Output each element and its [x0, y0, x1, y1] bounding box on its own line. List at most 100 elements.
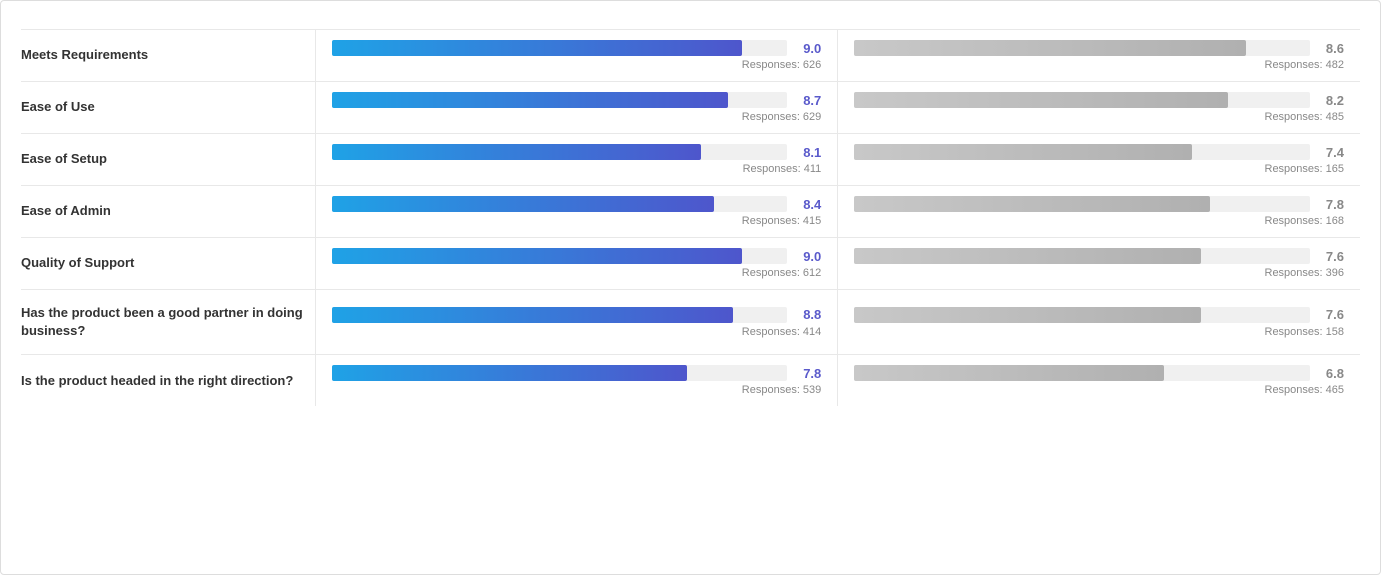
- secondary-bar-cell: 7.6 Responses: 158: [838, 290, 1360, 355]
- secondary-bar-fill: [854, 196, 1209, 212]
- primary-score: 9.0: [793, 249, 821, 264]
- secondary-score: 7.4: [1316, 145, 1344, 160]
- primary-bar-wrapper: 7.8: [332, 365, 821, 381]
- secondary-bar-cell: 7.8 Responses: 168: [838, 186, 1360, 238]
- secondary-score: 7.8: [1316, 197, 1344, 212]
- primary-bar-track: [332, 92, 787, 108]
- primary-bar-cell: 8.4 Responses: 415: [316, 186, 838, 238]
- primary-bar-cell: 8.7 Responses: 629: [316, 82, 838, 134]
- primary-score: 9.0: [793, 41, 821, 56]
- secondary-bar-track: [854, 248, 1310, 264]
- primary-bar-track: [332, 40, 787, 56]
- row-label: Ease of Admin: [21, 186, 316, 238]
- primary-bar-fill: [332, 40, 742, 56]
- secondary-score: 7.6: [1316, 307, 1344, 322]
- primary-bar-cell: 8.1 Responses: 411: [316, 134, 838, 186]
- primary-bar-wrapper: 8.8: [332, 307, 821, 323]
- secondary-bar-wrapper: 6.8: [854, 365, 1344, 381]
- primary-responses: Responses: 612: [332, 267, 821, 279]
- primary-responses: Responses: 415: [332, 215, 821, 227]
- table-row: Is the product headed in the right direc…: [21, 355, 1360, 407]
- secondary-score: 6.8: [1316, 366, 1344, 381]
- secondary-bar-cell: 7.4 Responses: 165: [838, 134, 1360, 186]
- primary-responses: Responses: 414: [332, 326, 821, 338]
- primary-bar-wrapper: 8.7: [332, 92, 821, 108]
- table-row: Quality of Support 9.0 Responses: 612 7.6 Re…: [21, 238, 1360, 290]
- secondary-bar-track: [854, 40, 1310, 56]
- secondary-bar-cell: 7.6 Responses: 396: [838, 238, 1360, 290]
- secondary-responses: Responses: 465: [854, 384, 1344, 396]
- row-label: Quality of Support: [21, 238, 316, 290]
- secondary-bar-fill: [854, 248, 1200, 264]
- primary-score: 8.8: [793, 307, 821, 322]
- secondary-score: 8.2: [1316, 93, 1344, 108]
- secondary-responses: Responses: 158: [854, 326, 1344, 338]
- secondary-bar-cell: 8.2 Responses: 485: [838, 82, 1360, 134]
- primary-bar-fill: [332, 307, 733, 323]
- primary-bar-fill: [332, 365, 687, 381]
- primary-bar-cell: 8.8 Responses: 414: [316, 290, 838, 355]
- primary-bar-wrapper: 8.1: [332, 144, 821, 160]
- secondary-bar-cell: 6.8 Responses: 465: [838, 355, 1360, 407]
- secondary-bar-fill: [854, 365, 1164, 381]
- secondary-responses: Responses: 485: [854, 111, 1344, 123]
- primary-score: 8.7: [793, 93, 821, 108]
- primary-bar-wrapper: 9.0: [332, 248, 821, 264]
- secondary-bar-wrapper: 7.4: [854, 144, 1344, 160]
- primary-bar-cell: 9.0 Responses: 626: [316, 30, 838, 82]
- secondary-bar-track: [854, 144, 1310, 160]
- table-row: Ease of Setup 8.1 Responses: 411 7.4 Respons…: [21, 134, 1360, 186]
- primary-bar-fill: [332, 248, 742, 264]
- primary-bar-wrapper: 9.0: [332, 40, 821, 56]
- secondary-bar-track: [854, 92, 1310, 108]
- primary-responses: Responses: 539: [332, 384, 821, 396]
- secondary-bar-fill: [854, 92, 1228, 108]
- secondary-bar-wrapper: 7.8: [854, 196, 1344, 212]
- secondary-bar-cell: 8.6 Responses: 482: [838, 30, 1360, 82]
- row-label: Ease of Setup: [21, 134, 316, 186]
- primary-score: 7.8: [793, 366, 821, 381]
- ratings-card: Meets Requirements 9.0 Responses: 626 8.6 Re…: [0, 0, 1381, 575]
- table-row: Ease of Use 8.7 Responses: 629 8.2 Responses…: [21, 82, 1360, 134]
- primary-bar-track: [332, 248, 787, 264]
- ratings-table: Meets Requirements 9.0 Responses: 626 8.6 Re…: [21, 29, 1360, 406]
- secondary-bar-wrapper: 8.2: [854, 92, 1344, 108]
- table-row: Meets Requirements 9.0 Responses: 626 8.6 Re…: [21, 30, 1360, 82]
- secondary-responses: Responses: 168: [854, 215, 1344, 227]
- secondary-bar-wrapper: 7.6: [854, 248, 1344, 264]
- primary-bar-fill: [332, 144, 701, 160]
- primary-bar-fill: [332, 196, 714, 212]
- primary-score: 8.1: [793, 145, 821, 160]
- secondary-responses: Responses: 165: [854, 163, 1344, 175]
- secondary-bar-wrapper: 8.6: [854, 40, 1344, 56]
- secondary-bar-fill: [854, 144, 1191, 160]
- primary-bar-track: [332, 144, 787, 160]
- primary-bar-cell: 7.8 Responses: 539: [316, 355, 838, 407]
- primary-responses: Responses: 626: [332, 59, 821, 71]
- primary-responses: Responses: 629: [332, 111, 821, 123]
- primary-score: 8.4: [793, 197, 821, 212]
- primary-bar-track: [332, 365, 787, 381]
- secondary-bar-track: [854, 196, 1310, 212]
- table-row: Ease of Admin 8.4 Responses: 415 7.8 Respons…: [21, 186, 1360, 238]
- secondary-bar-wrapper: 7.6: [854, 307, 1344, 323]
- row-label: Is the product headed in the right direc…: [21, 355, 316, 407]
- secondary-bar-fill: [854, 40, 1246, 56]
- primary-bar-track: [332, 196, 787, 212]
- secondary-bar-track: [854, 365, 1310, 381]
- primary-bar-cell: 9.0 Responses: 612: [316, 238, 838, 290]
- secondary-bar-track: [854, 307, 1310, 323]
- secondary-score: 7.6: [1316, 249, 1344, 264]
- secondary-responses: Responses: 396: [854, 267, 1344, 279]
- row-label: Has the product been a good partner in d…: [21, 290, 316, 355]
- primary-bar-track: [332, 307, 787, 323]
- row-label: Meets Requirements: [21, 30, 316, 82]
- secondary-responses: Responses: 482: [854, 59, 1344, 71]
- primary-bar-wrapper: 8.4: [332, 196, 821, 212]
- secondary-bar-fill: [854, 307, 1200, 323]
- primary-responses: Responses: 411: [332, 163, 821, 175]
- primary-bar-fill: [332, 92, 728, 108]
- row-label: Ease of Use: [21, 82, 316, 134]
- table-row: Has the product been a good partner in d…: [21, 290, 1360, 355]
- secondary-score: 8.6: [1316, 41, 1344, 56]
